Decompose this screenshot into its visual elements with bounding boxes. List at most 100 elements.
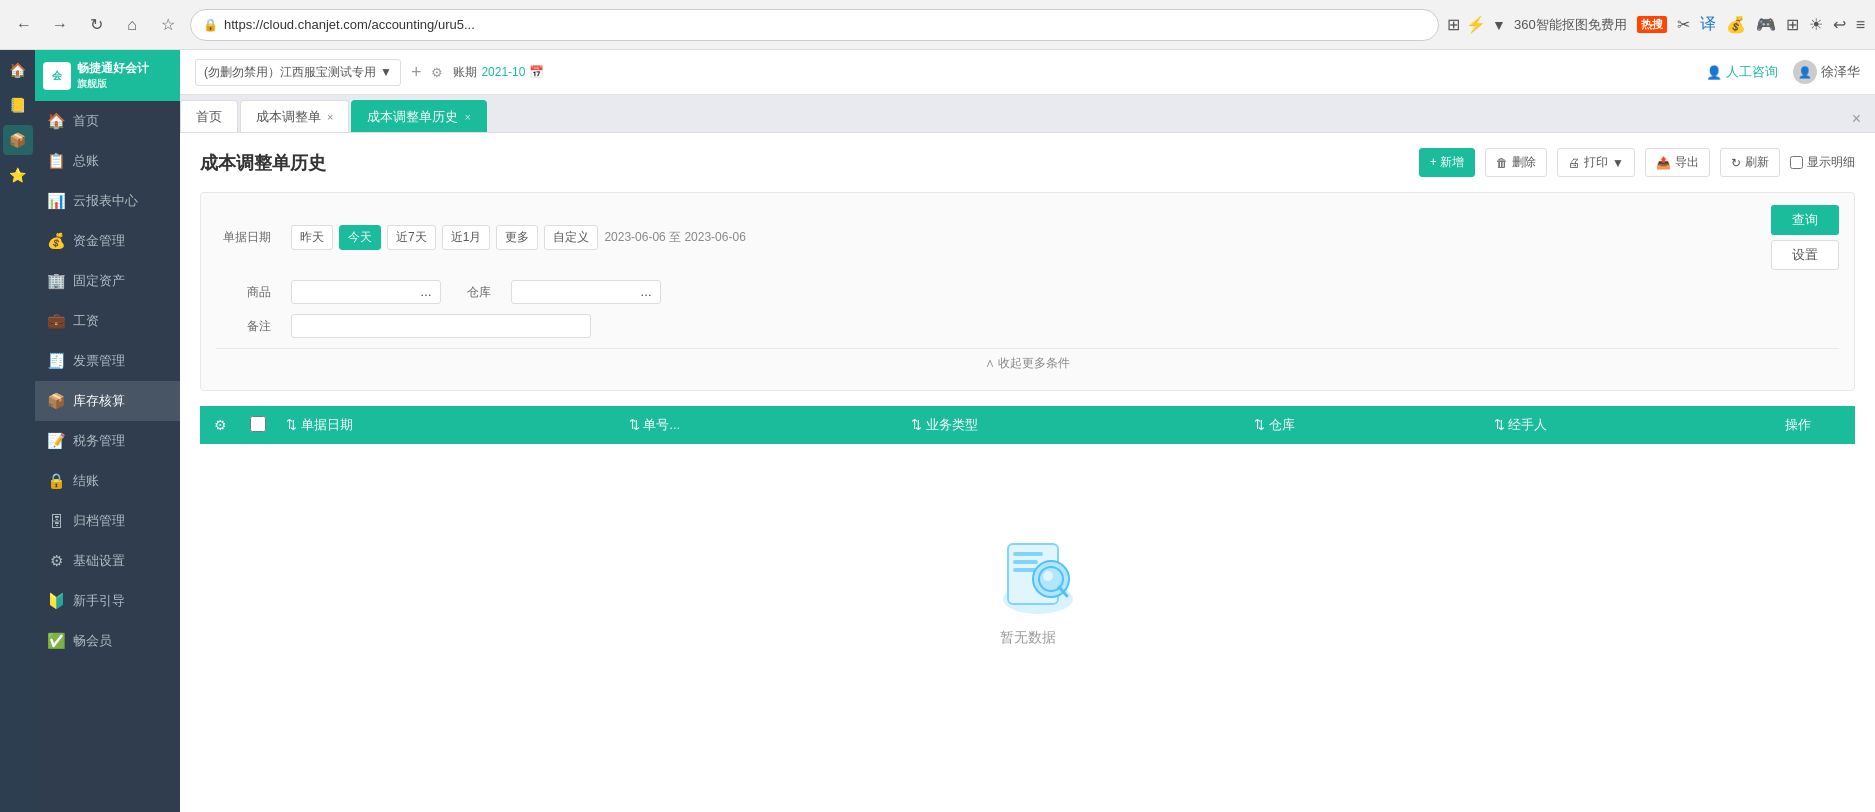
scissors-icon[interactable]: ✂ [1677,15,1690,34]
date-col-label: ⇅ 单据日期 [286,417,353,432]
tab-cost-adjust-history[interactable]: 成本调整单历史 × [351,100,486,132]
salary-nav-icon: 💼 [47,312,65,330]
date-btn-1month[interactable]: 近1月 [442,225,491,250]
empty-text: 暂无数据 [1000,629,1056,647]
brightness-icon[interactable]: ☀ [1809,15,1823,34]
browser-bar: ← → ↻ ⌂ ☆ 🔒 https://cloud.chanjet.com/ac… [0,0,1875,50]
address-bar[interactable]: 🔒 https://cloud.chanjet.com/accounting/u… [190,9,1439,41]
user-info[interactable]: 👤 徐泽华 [1793,60,1860,84]
sidebar-item-ledger[interactable]: 📋 总账 [35,141,180,181]
collapse-bar[interactable]: ∧ 收起更多条件 [216,348,1839,378]
table-col-number[interactable]: ⇅ 单号... [619,406,902,444]
calendar-icon[interactable]: 📅 [529,65,544,79]
date-btn-7days[interactable]: 近7天 [387,225,436,250]
table-col-warehouse[interactable]: ⇅ 仓库 [1244,406,1484,444]
strip-item-star[interactable]: ⭐ [3,160,33,190]
date-btn-yesterday[interactable]: 昨天 [291,225,333,250]
goods-select[interactable]: … [291,280,441,304]
query-button[interactable]: 查询 [1771,205,1839,235]
date-btn-custom[interactable]: 自定义 [544,225,598,250]
sidebar-item-fund[interactable]: 💰 资金管理 [35,221,180,261]
page-title: 成本调整单历史 [200,151,326,175]
translate-icon[interactable]: 译 [1700,14,1716,35]
sidebar-item-report-center[interactable]: 📊 云报表中心 [35,181,180,221]
fund-nav-icon: 💰 [47,232,65,250]
sidebar-item-fixed-assets-label: 固定资产 [73,272,125,290]
sidebar-item-salary[interactable]: 💼 工资 [35,301,180,341]
print-button[interactable]: 🖨 打印 ▼ [1557,148,1635,177]
goods-filter-label: 商品 [216,284,271,301]
select-all-checkbox[interactable] [250,416,266,432]
table-col-date[interactable]: ⇅ 单据日期 [276,406,619,444]
table-col-business-type[interactable]: ⇅ 业务类型 [901,406,1244,444]
bookmark-button[interactable]: ☆ [154,11,182,39]
tab-cost-adjust[interactable]: 成本调整单 × [240,100,349,132]
sidebar-item-settings[interactable]: ⚙ 基础设置 [35,541,180,581]
company-selector[interactable]: (勿删勿禁用）江西服宝测试专用 ▼ [195,59,401,86]
app-container: 🏠 📒 📦 ⭐ 会 畅捷通好会计 旗舰版 🏠 首页 📋 总账 📊 云报表中心 [0,50,1875,812]
table-col-ops: 操作 [1775,406,1855,444]
collapse-icon: ∧ [985,356,995,370]
sidebar-item-vip[interactable]: ✅ 畅会员 [35,621,180,661]
reload-button[interactable]: ↻ [82,11,110,39]
dropdown-icon[interactable]: ▼ [1492,17,1506,33]
avatar-icon: 👤 [1798,66,1812,79]
report-nav-icon: 📊 [47,192,65,210]
tab-home[interactable]: 首页 [180,100,238,132]
user-service[interactable]: 👤 人工咨询 [1706,63,1778,81]
business-type-col-label: ⇅ 业务类型 [911,417,978,432]
sidebar-item-tax-label: 税务管理 [73,432,125,450]
wallet-icon[interactable]: 💰 [1726,15,1746,34]
remark-input[interactable] [291,314,591,338]
show-columns-checkbox[interactable] [1790,156,1803,169]
lightning-icon[interactable]: ⚡ [1466,15,1486,34]
export-label: 导出 [1675,154,1699,171]
home-button[interactable]: ⌂ [118,11,146,39]
print-dropdown-icon: ▼ [1612,156,1624,170]
warehouse-select[interactable]: … [511,280,661,304]
apps-icon[interactable]: ⊞ [1786,15,1799,34]
table-col-operator[interactable]: ⇅ 经手人 [1484,406,1775,444]
sidebar-item-fixed-assets[interactable]: 🏢 固定资产 [35,261,180,301]
menu-icon[interactable]: ≡ [1856,16,1865,34]
sidebar-item-fund-label: 资金管理 [73,232,125,250]
table-checkbox-header[interactable] [240,406,276,444]
date-btn-more[interactable]: 更多 [496,225,538,250]
strip-item-active[interactable]: 📦 [3,125,33,155]
sidebar-item-tax[interactable]: 📝 税务管理 [35,421,180,461]
tab-cost-adjust-close[interactable]: × [327,111,333,123]
delete-button[interactable]: 🗑 删除 [1485,148,1547,177]
add-tab-button[interactable]: + [411,62,422,83]
ledger-nav-icon: 📋 [47,152,65,170]
strip-item-home[interactable]: 🏠 [3,55,33,85]
export-button[interactable]: 📤 导出 [1645,148,1710,177]
gear-icon[interactable]: ⚙ [214,417,227,433]
undo-icon[interactable]: ↩ [1833,15,1846,34]
delete-icon: 🗑 [1496,156,1508,170]
settings-small-icon[interactable]: ⚙ [431,65,443,80]
show-columns-label[interactable]: 显示明细 [1790,154,1855,171]
logo-icon: 会 [43,62,71,90]
grid-icon[interactable]: ⊞ [1447,15,1460,34]
remark-filter-label: 备注 [216,318,271,335]
strip-item-book[interactable]: 📒 [3,90,33,120]
table-gear-header[interactable]: ⚙ [200,406,240,444]
tab-history-close[interactable]: × [464,111,470,123]
invoice-nav-icon: 🧾 [47,352,65,370]
date-btn-today[interactable]: 今天 [339,225,381,250]
refresh-button[interactable]: ↻ 刷新 [1720,148,1780,177]
sidebar-item-guide[interactable]: 🔰 新手引导 [35,581,180,621]
sidebar-item-inventory[interactable]: 📦 库存核算 [35,381,180,421]
forward-button[interactable]: → [46,11,74,39]
sidebar-item-home[interactable]: 🏠 首页 [35,101,180,141]
sidebar-item-close[interactable]: 🔒 结账 [35,461,180,501]
new-button[interactable]: + 新增 [1419,148,1475,177]
settings-nav-icon: ⚙ [47,552,65,570]
sidebar-item-invoice[interactable]: 🧾 发票管理 [35,341,180,381]
operator-col-label: ⇅ 经手人 [1494,417,1548,432]
back-button[interactable]: ← [10,11,38,39]
set-button[interactable]: 设置 [1771,240,1839,270]
sidebar-item-archive[interactable]: 🗄 归档管理 [35,501,180,541]
game-icon[interactable]: 🎮 [1756,15,1776,34]
tab-close-all-icon[interactable]: × [1848,106,1865,132]
